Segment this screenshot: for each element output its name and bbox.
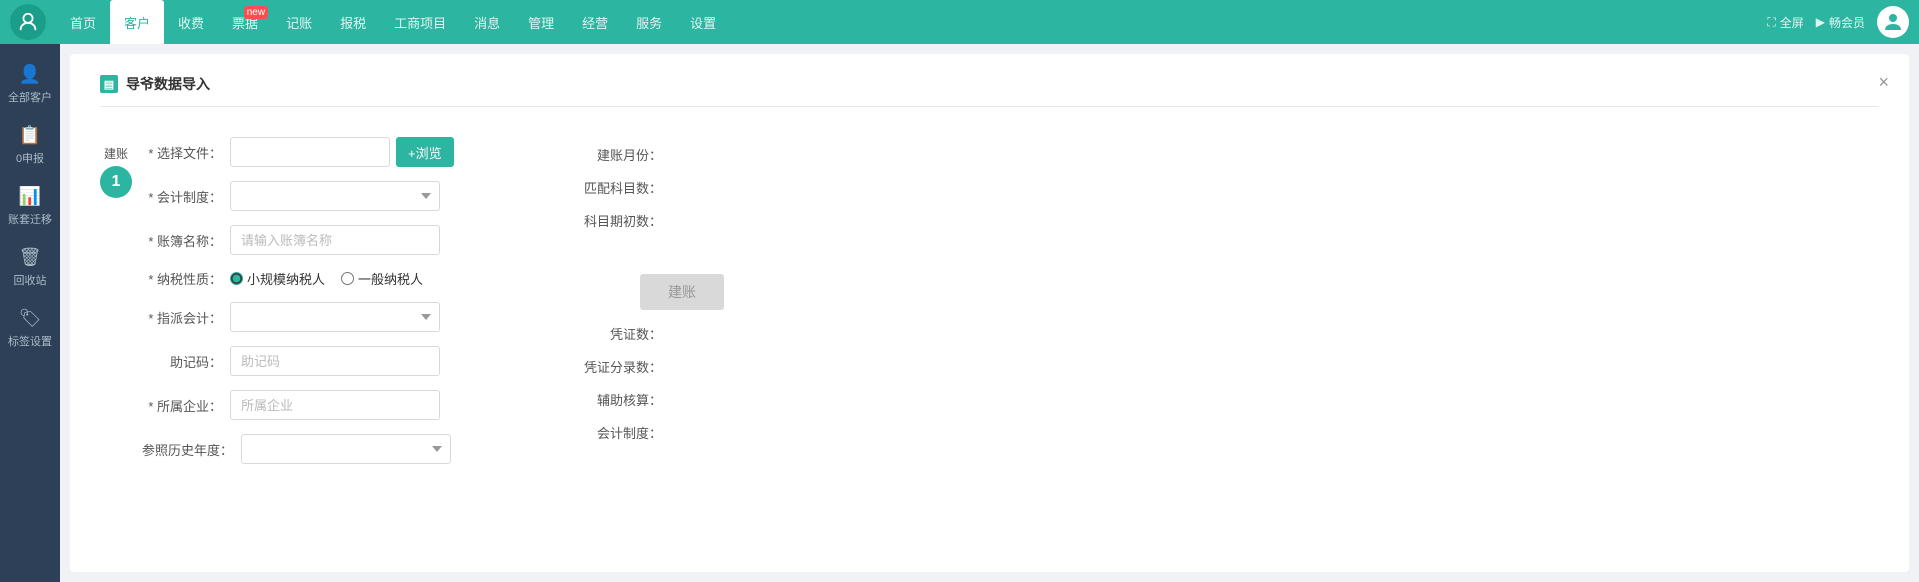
form-section: * 选择文件： +浏览 * 会计制度：: [142, 137, 542, 464]
form-main: 建账 1 * 选择文件： +浏览: [100, 127, 1879, 464]
top-nav-right: ⛶ 全屏 ▶ 畅会员: [1767, 6, 1909, 38]
main-content: ▤ 导爷数据导入 × 建账 1 * 选择文件：: [60, 44, 1919, 582]
form-row-accountant: * 指派会计：: [142, 302, 542, 332]
info-row-aux: 辅助核算：: [572, 390, 792, 409]
step-area: 建账 1: [100, 137, 142, 198]
form-row-memo: 助记码：: [142, 346, 542, 376]
nav-item-operation[interactable]: 经营: [568, 0, 622, 44]
avatar[interactable]: [1877, 6, 1909, 38]
nav-item-customer[interactable]: 客户: [110, 0, 164, 44]
info-row-subject-init: 科目期初数：: [572, 211, 792, 230]
nav-items: 首页 客户 收费 票据 new 记账 报税 工商项目 消息 管理 经营 服务 设…: [56, 0, 1767, 44]
file-label: * 选择文件：: [142, 143, 222, 162]
info-row-accounting-system: 会计制度：: [572, 423, 792, 442]
ledger-name-input[interactable]: [230, 225, 440, 255]
form-left-wrapper: 建账 1 * 选择文件： +浏览: [100, 137, 542, 464]
company-input[interactable]: [230, 390, 440, 420]
aux-label: 辅助核算：: [572, 390, 662, 409]
sidebar-item-all-customers[interactable]: 👤 全部客户: [0, 54, 60, 115]
tax-general-radio[interactable]: 一般纳税人: [341, 269, 423, 288]
logo[interactable]: [10, 4, 46, 40]
nav-item-invoice[interactable]: 票据 new: [218, 0, 272, 44]
file-input-group: +浏览: [230, 137, 454, 167]
member-btn[interactable]: ▶ 畅会员: [1816, 14, 1865, 31]
info-row-month: 建账月份：: [572, 145, 792, 164]
customers-icon: 👤: [19, 64, 41, 85]
accountant-label: * 指派会计：: [142, 308, 222, 327]
history-year-label: 参照历史年度：: [142, 440, 233, 459]
step-label: 建账: [104, 145, 128, 162]
accounting-system-select[interactable]: [230, 181, 440, 211]
fullscreen-btn[interactable]: ⛶ 全屏: [1767, 14, 1803, 31]
subject-init-label: 科目期初数：: [572, 211, 662, 230]
info-row-voucher-entries: 凭证分录数：: [572, 357, 792, 376]
sidebar-item-tag-settings[interactable]: 🏷 标签设置: [0, 298, 60, 359]
migration-icon: 📊: [19, 186, 41, 207]
recycle-icon: 🗑: [19, 247, 42, 268]
voucher-label: 凭证数：: [572, 324, 662, 343]
accounting-label: * 会计制度：: [142, 187, 222, 206]
nav-item-bookkeeping[interactable]: 记账: [272, 0, 326, 44]
form-row-file: * 选择文件： +浏览: [142, 137, 542, 167]
browse-button[interactable]: +浏览: [396, 137, 454, 167]
accounting-system-info-label: 会计制度：: [572, 423, 662, 442]
tax-radio-group: 小规模纳税人 一般纳税人: [230, 269, 423, 288]
file-input[interactable]: [230, 137, 390, 167]
sidebar-item-recycle[interactable]: 🗑 回收站: [0, 237, 60, 298]
tag-icon: 🏷: [19, 308, 42, 329]
nav-item-fee[interactable]: 收费: [164, 0, 218, 44]
close-button[interactable]: ×: [1878, 72, 1889, 93]
build-account-button[interactable]: 建账: [640, 274, 724, 310]
info-row-match: 匹配科目数：: [572, 178, 792, 197]
tax-label: * 纳税性质：: [142, 269, 222, 288]
form-row-tax: * 纳税性质： 小规模纳税人 一般纳税人: [142, 269, 542, 288]
modal-card: ▤ 导爷数据导入 × 建账 1 * 选择文件：: [70, 54, 1909, 572]
form-row-accounting: * 会计制度：: [142, 181, 542, 211]
nav-item-service[interactable]: 服务: [622, 0, 676, 44]
zero-report-icon: 📋: [19, 125, 41, 146]
form-row-history-year: 参照历史年度：: [142, 434, 542, 464]
ledger-label: * 账簿名称：: [142, 231, 222, 250]
nav-item-message[interactable]: 消息: [460, 0, 514, 44]
voucher-entries-label: 凭证分录数：: [572, 357, 662, 376]
build-btn-container: 建账: [572, 244, 792, 310]
form-row-ledger: * 账簿名称：: [142, 225, 542, 255]
sidebar-item-account-migration[interactable]: 📊 账套迁移: [0, 176, 60, 237]
modal-title: 导爷数据导入: [126, 74, 210, 94]
month-label: 建账月份：: [572, 145, 662, 164]
top-nav: 首页 客户 收费 票据 new 记账 报税 工商项目 消息 管理 经营 服务 设…: [0, 0, 1919, 44]
nav-item-business[interactable]: 工商项目: [380, 0, 460, 44]
history-year-select[interactable]: [241, 434, 451, 464]
match-label: 匹配科目数：: [572, 178, 662, 197]
new-badge: new: [244, 6, 268, 19]
nav-item-settings[interactable]: 设置: [676, 0, 730, 44]
nav-item-home[interactable]: 首页: [56, 0, 110, 44]
company-label: * 所属企业：: [142, 396, 222, 415]
sidebar-item-zero-report[interactable]: 📋 0申报: [0, 115, 60, 176]
step-circle: 1: [100, 166, 132, 198]
memo-input[interactable]: [230, 346, 440, 376]
accountant-select[interactable]: [230, 302, 440, 332]
import-icon: ▤: [100, 75, 118, 93]
info-section: 建账月份： 匹配科目数： 科目期初数： 建账: [572, 137, 792, 464]
info-row-voucher: 凭证数：: [572, 324, 792, 343]
sidebar: 👤 全部客户 📋 0申报 📊 账套迁移 🗑 回收站 🏷 标签设置: [0, 44, 60, 582]
form-row-company: * 所属企业：: [142, 390, 542, 420]
tax-small-radio[interactable]: 小规模纳税人: [230, 269, 325, 288]
layout: 👤 全部客户 📋 0申报 📊 账套迁移 🗑 回收站 🏷 标签设置 ▤ 导爷数据导…: [0, 44, 1919, 582]
nav-item-manage[interactable]: 管理: [514, 0, 568, 44]
nav-item-tax[interactable]: 报税: [326, 0, 380, 44]
memo-label: 助记码：: [142, 352, 222, 371]
card-header: ▤ 导爷数据导入: [100, 74, 1879, 107]
